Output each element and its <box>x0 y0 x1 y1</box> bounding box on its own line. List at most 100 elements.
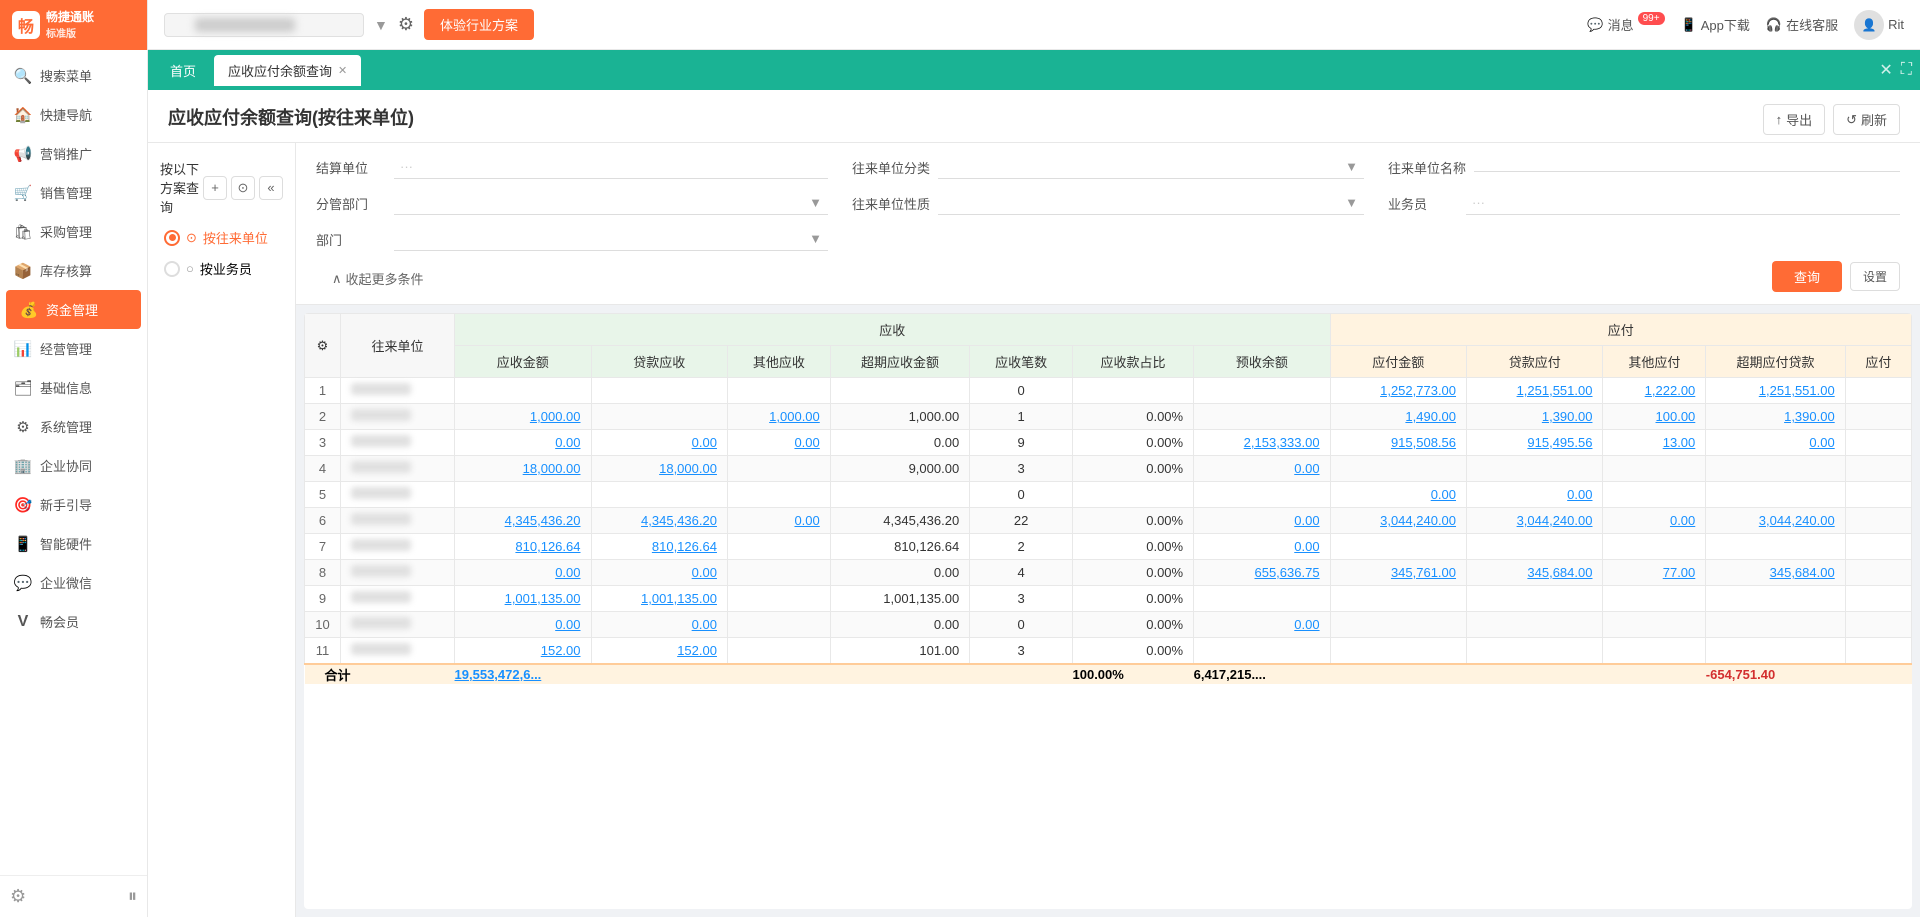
dropdown-arrow-icon[interactable]: ▼ <box>374 17 388 33</box>
row-ar-loan[interactable]: 4,345,436.20 <box>591 508 727 534</box>
query-by-salesperson[interactable]: ○ 按业务员 <box>148 253 295 284</box>
sidebar-item-purchase[interactable]: 🛍 采购管理 <box>0 212 147 251</box>
sidebar-item-quick-nav[interactable]: 🏠 快捷导航 <box>0 95 147 134</box>
sidebar-item-hardware[interactable]: 📱 智能硬件 <box>0 524 147 563</box>
row-ap-amount[interactable]: 1,490.00 <box>1330 404 1466 430</box>
row-ar-prepay[interactable]: 0.00 <box>1194 456 1330 482</box>
close-window-icon[interactable]: ✕ <box>1879 60 1892 80</box>
sidebar-item-member[interactable]: V 畅会员 <box>0 602 147 641</box>
row-ar-loan[interactable]: 0.00 <box>591 560 727 586</box>
sidebar-item-search[interactable]: 🔍 搜索菜单 <box>0 56 147 95</box>
settings-filter-button[interactable]: 设置 <box>1850 262 1900 291</box>
row-ar-amount[interactable]: 0.00 <box>455 560 591 586</box>
row-ap-loan[interactable]: 1,251,551.00 <box>1467 378 1603 404</box>
row-ar-amount[interactable]: 4,345,436.20 <box>455 508 591 534</box>
sidebar-item-marketing[interactable]: 📢 营销推广 <box>0 134 147 173</box>
settings-gear-icon[interactable]: ⚙ <box>10 886 26 907</box>
collapse-icon[interactable]: ⏸ <box>128 886 137 907</box>
row-ar-prepay[interactable]: 0.00 <box>1194 612 1330 638</box>
row-ap-amount[interactable]: 915,508.56 <box>1330 430 1466 456</box>
sidebar-item-guide[interactable]: 🎯 新手引导 <box>0 485 147 524</box>
row-ar-loan[interactable]: 0.00 <box>591 430 727 456</box>
query-by-partner[interactable]: ⊙ 按往来单位 <box>148 222 295 253</box>
row-ap-other[interactable]: 100.00 <box>1603 404 1706 430</box>
row-ar-loan[interactable]: 152.00 <box>591 638 727 665</box>
settlement-unit-label: 结算单位 <box>316 158 386 177</box>
app-download-button[interactable]: 📱 App下载 <box>1681 15 1750 34</box>
sidebar-item-inventory[interactable]: 📦 库存核算 <box>0 251 147 290</box>
row-ar-amount[interactable]: 0.00 <box>455 430 591 456</box>
add-scheme-button[interactable]: + <box>203 176 227 200</box>
row-ar-amount[interactable]: 18,000.00 <box>455 456 591 482</box>
row-ap-other[interactable]: 1,222.00 <box>1603 378 1706 404</box>
sidebar-item-operations[interactable]: 📊 经营管理 <box>0 329 147 368</box>
sidebar-item-system[interactable]: ⚙ 系统管理 <box>0 407 147 446</box>
row-ap-amount[interactable]: 0.00 <box>1330 482 1466 508</box>
row-ar-loan[interactable]: 18,000.00 <box>591 456 727 482</box>
message-icon: 💬 <box>1587 17 1603 33</box>
export-button[interactable]: ↑ 导出 <box>1763 104 1826 135</box>
sidebar-item-collab[interactable]: 🏢 企业协同 <box>0 446 147 485</box>
topbar-gear-icon[interactable]: ⚙ <box>398 14 414 35</box>
partner-name-input[interactable] <box>1474 163 1900 172</box>
partner-category-input[interactable]: ▼ <box>938 155 1364 179</box>
row-ap-overdue[interactable]: 1,251,551.00 <box>1706 378 1845 404</box>
row-ap-overdue[interactable]: 0.00 <box>1706 430 1845 456</box>
query-button[interactable]: 查询 <box>1772 261 1842 292</box>
row-ap-other[interactable]: 13.00 <box>1603 430 1706 456</box>
settings-col-header[interactable]: ⚙ <box>305 314 341 378</box>
tab-ar-ap[interactable]: 应收应付余额查询 ✕ <box>214 55 361 86</box>
collapse-btn[interactable]: ∧ 收起更多条件 <box>316 265 440 292</box>
row-ap-amount[interactable]: 3,044,240.00 <box>1330 508 1466 534</box>
row-ap-amount[interactable]: 345,761.00 <box>1330 560 1466 586</box>
row-ap-overdue[interactable]: 345,684.00 <box>1706 560 1845 586</box>
row-ar-prepay[interactable]: 655,636.75 <box>1194 560 1330 586</box>
row-ar-loan[interactable]: 0.00 <box>591 612 727 638</box>
sidebar-item-finance[interactable]: 💰 资金管理 <box>6 290 141 329</box>
sidebar-item-sales[interactable]: 🛒 销售管理 <box>0 173 147 212</box>
row-ar-prepay[interactable]: 0.00 <box>1194 534 1330 560</box>
row-ar-amount[interactable]: 0.00 <box>455 612 591 638</box>
row-ar-prepay[interactable]: 2,153,333.00 <box>1194 430 1330 456</box>
row-ap-overdue[interactable]: 1,390.00 <box>1706 404 1845 430</box>
row-ap-loan[interactable]: 0.00 <box>1467 482 1603 508</box>
edit-scheme-button[interactable]: ⊙ <box>231 176 255 200</box>
message-button[interactable]: 💬 消息 99+ <box>1587 15 1664 34</box>
row-ap-loan[interactable]: 345,684.00 <box>1467 560 1603 586</box>
row-ap-loan[interactable]: 3,044,240.00 <box>1467 508 1603 534</box>
settlement-unit-input[interactable]: ··· <box>394 155 828 179</box>
row-ar-loan[interactable]: 810,126.64 <box>591 534 727 560</box>
row-ar-other[interactable]: 1,000.00 <box>727 404 830 430</box>
row-ap-overdue[interactable]: 3,044,240.00 <box>1706 508 1845 534</box>
tab-close-icon[interactable]: ✕ <box>338 64 347 77</box>
row-ar-other[interactable]: 0.00 <box>727 508 830 534</box>
sidebar-item-wechat[interactable]: 💬 企业微信 <box>0 563 147 602</box>
collapse-panel-button[interactable]: « <box>259 176 283 200</box>
row-ar-amount[interactable]: 1,001,135.00 <box>455 586 591 612</box>
row-ar-prepay[interactable]: 0.00 <box>1194 508 1330 534</box>
online-service-button[interactable]: 🎧 在线客服 <box>1766 15 1838 34</box>
department-input[interactable]: ▼ <box>394 191 828 215</box>
table-settings-icon[interactable]: ⚙ <box>317 338 329 353</box>
row-ar-amount[interactable]: 810,126.64 <box>455 534 591 560</box>
row-ap-other[interactable]: 77.00 <box>1603 560 1706 586</box>
user-avatar[interactable]: 👤 Rit <box>1854 10 1904 40</box>
row-ap-loan[interactable]: 1,390.00 <box>1467 404 1603 430</box>
row-ap-loan[interactable]: 915,495.56 <box>1467 430 1603 456</box>
sidebar-item-basic-info[interactable]: 🗂 基础信息 <box>0 368 147 407</box>
salesperson-input[interactable]: ··· <box>1466 191 1900 215</box>
dept-input[interactable]: ▼ <box>394 227 828 251</box>
row-ar-amount[interactable]: 1,000.00 <box>455 404 591 430</box>
row-ap-amount[interactable]: 1,252,773.00 <box>1330 378 1466 404</box>
tab-home[interactable]: 首页 <box>156 55 210 86</box>
partner-nature-input[interactable]: ▼ <box>938 191 1364 215</box>
solution-button[interactable]: 体验行业方案 <box>424 9 534 40</box>
row-ar-loan[interactable]: 1,001,135.00 <box>591 586 727 612</box>
row-ap-other[interactable]: 0.00 <box>1603 508 1706 534</box>
refresh-button[interactable]: ↺ 刷新 <box>1833 104 1900 135</box>
fullscreen-icon[interactable]: ⛶ <box>1901 61 1912 79</box>
row-ar-amount[interactable]: 152.00 <box>455 638 591 665</box>
page-content: 应收应付余额查询(按往来单位) ↑ 导出 ↺ 刷新 按以下方案查询 + <box>148 90 1920 917</box>
row-ar-other[interactable]: 0.00 <box>727 430 830 456</box>
footer-ar-amount[interactable]: 19,553,472,6... <box>455 664 591 684</box>
